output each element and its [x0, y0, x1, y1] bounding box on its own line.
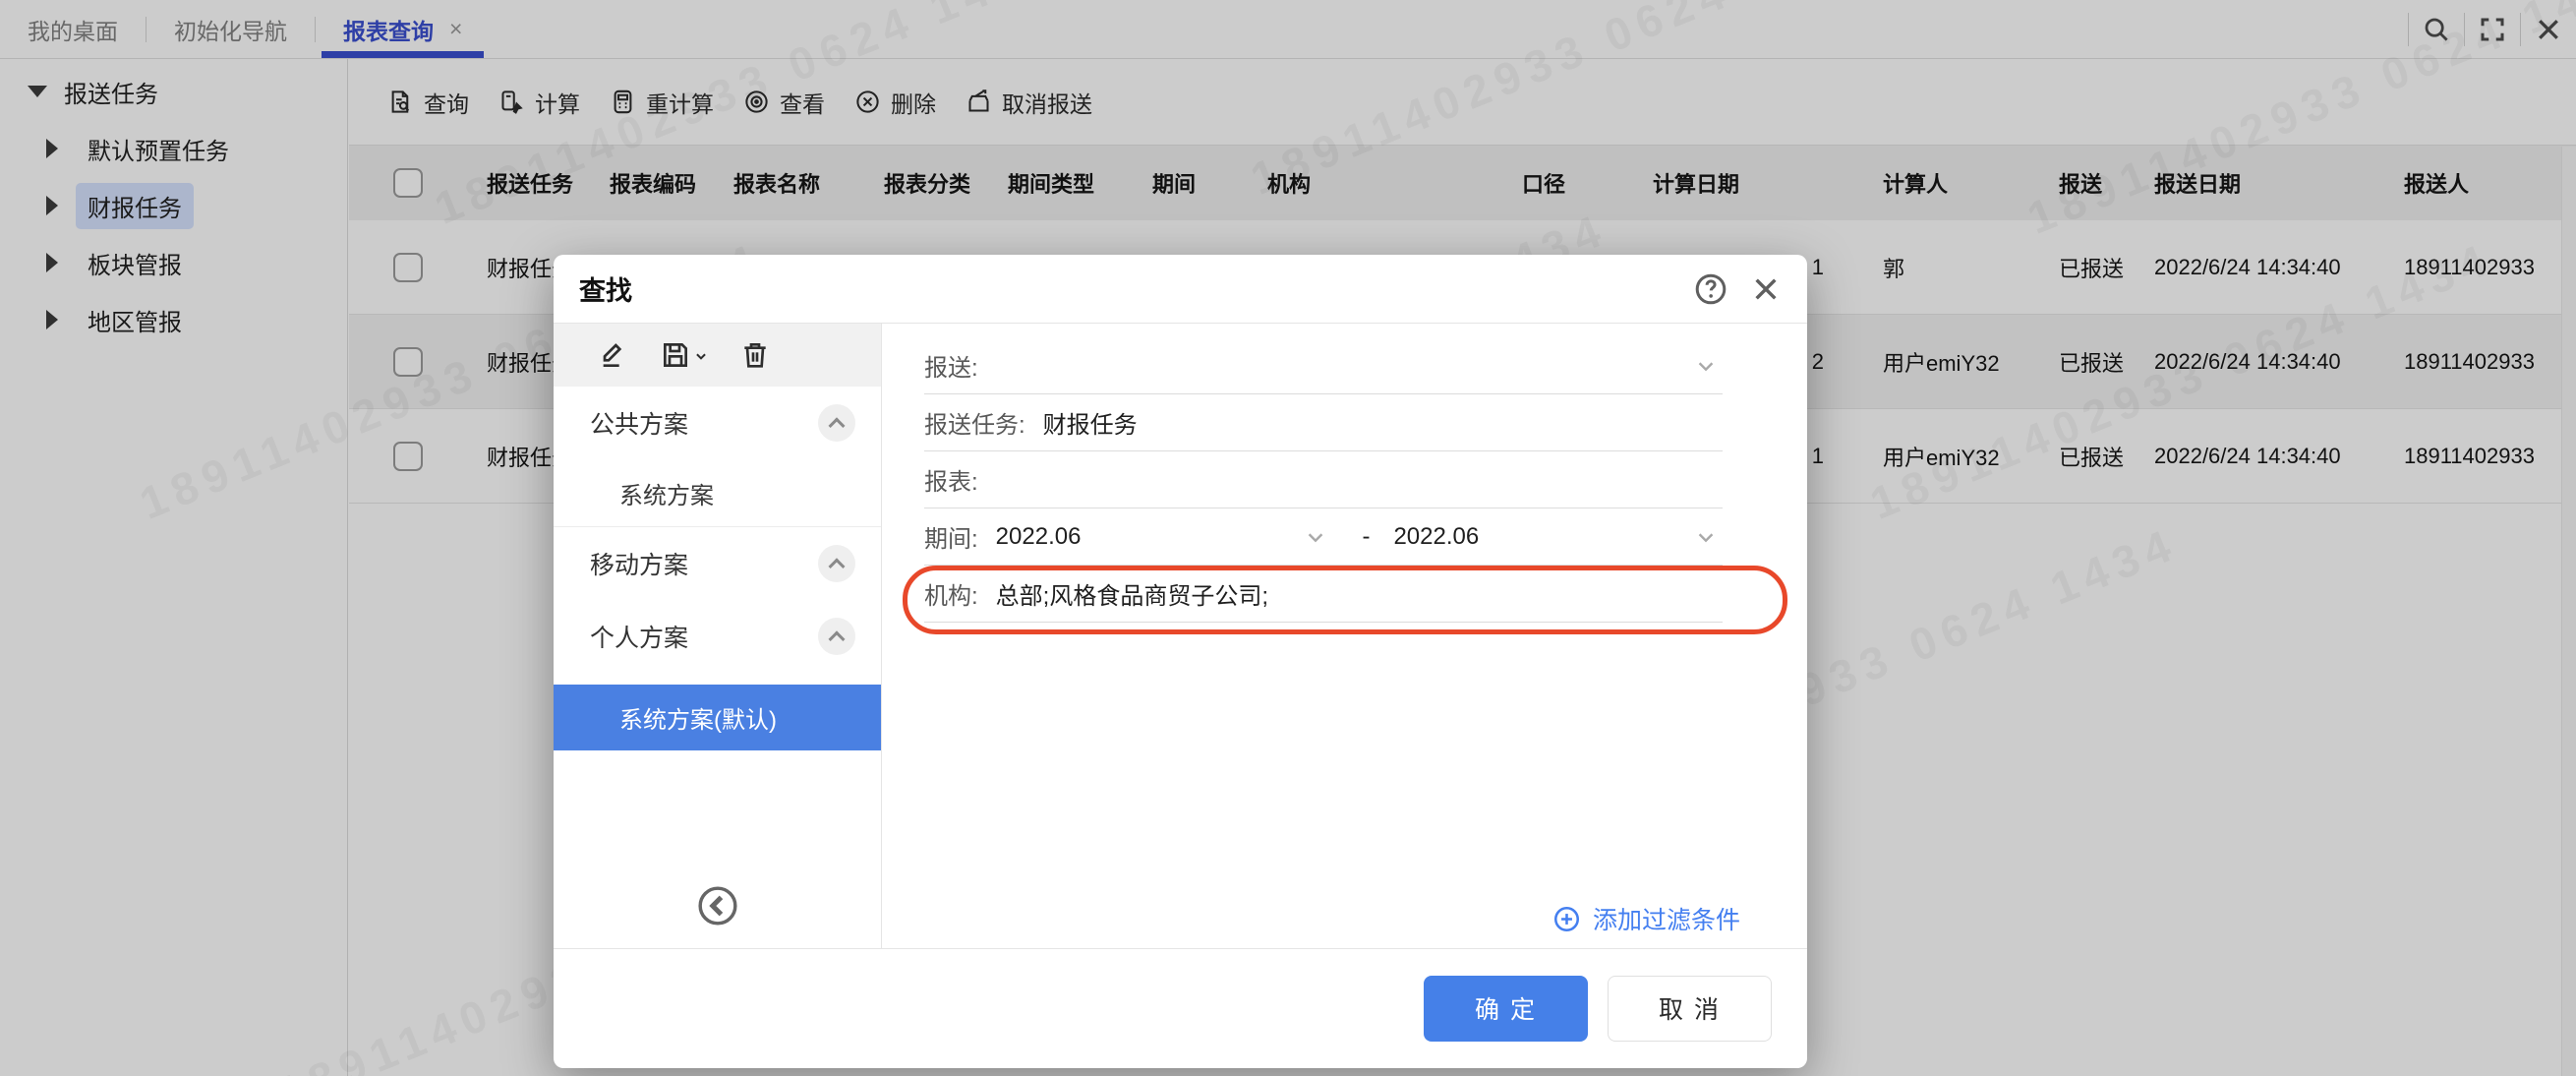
period-separator: -: [1362, 523, 1370, 551]
scheme-panel: 公共方案 系统方案 移动方案 个人方案 系统方案(默认): [554, 324, 882, 948]
field-label: 报送任务:: [924, 405, 1025, 440]
dialog-footer: 确 定 取 消: [554, 948, 1807, 1067]
scheme-group-label: 公共方案: [590, 405, 688, 441]
plus-circle-icon: [1552, 905, 1581, 933]
save-scheme-icon[interactable]: [660, 339, 708, 371]
cancel-label: 取 消: [1659, 990, 1721, 1026]
ok-label: 确 定: [1475, 990, 1537, 1026]
add-filter-label: 添加过滤条件: [1593, 901, 1740, 936]
dialog-title: 查找: [579, 269, 632, 308]
rename-icon[interactable]: [597, 339, 628, 371]
field-label: 期间:: [924, 519, 978, 554]
field-submit-status[interactable]: 报送:: [924, 337, 1723, 394]
scheme-group-public: 公共方案 系统方案: [554, 387, 881, 527]
collapse-up-icon[interactable]: [818, 618, 855, 655]
chevron-down-icon[interactable]: [1695, 526, 1717, 548]
field-period[interactable]: 期间: 2022.06 - 2022.06: [924, 508, 1723, 566]
dialog-header: 查找: [554, 255, 1807, 324]
collapse-up-icon[interactable]: [818, 545, 855, 582]
field-value: 财报任务: [1043, 405, 1138, 440]
scheme-group-label: 移动方案: [590, 546, 688, 581]
filter-form: 报送: 报送任务: 财报任务 报表: 期间: 2022.06: [882, 324, 1807, 948]
scheme-item-system[interactable]: 系统方案: [554, 459, 881, 526]
collapse-up-icon[interactable]: [818, 404, 855, 442]
scheme-group-mobile-header[interactable]: 移动方案: [554, 527, 881, 600]
scheme-toolbar: [554, 324, 881, 387]
scheme-item-label: 系统方案(默认): [619, 700, 777, 735]
period-from-value: 2022.06: [996, 523, 1082, 551]
chevron-down-icon[interactable]: [1695, 355, 1717, 377]
find-dialog: 查找: [554, 255, 1807, 1068]
ok-button[interactable]: 确 定: [1424, 976, 1588, 1042]
scheme-group-label: 个人方案: [590, 619, 688, 654]
field-organization[interactable]: 机构: 总部;风格食品商贸子公司;: [924, 566, 1723, 623]
field-label: 报送:: [924, 348, 978, 383]
dialog-close-icon[interactable]: [1750, 273, 1782, 305]
period-to-value: 2022.06: [1393, 523, 1479, 551]
scheme-item-label: 系统方案: [619, 476, 714, 510]
delete-scheme-icon[interactable]: [739, 339, 771, 371]
scheme-group-personal-header[interactable]: 个人方案: [554, 600, 881, 673]
chevron-down-icon[interactable]: [1305, 526, 1326, 548]
add-filter-link[interactable]: 添加过滤条件: [1552, 901, 1740, 936]
collapse-panel-icon[interactable]: [695, 883, 740, 928]
field-report[interactable]: 报表:: [924, 451, 1723, 508]
help-icon[interactable]: [1693, 271, 1728, 307]
field-label: 报表:: [924, 462, 978, 497]
field-submit-task[interactable]: 报送任务: 财报任务: [924, 394, 1723, 451]
field-value: 总部;风格食品商贸子公司;: [996, 576, 1268, 611]
scheme-group-public-header[interactable]: 公共方案: [554, 387, 881, 459]
field-label: 机构:: [924, 576, 978, 611]
scheme-item-system-default[interactable]: 系统方案(默认): [554, 685, 881, 750]
cancel-button[interactable]: 取 消: [1608, 976, 1772, 1042]
